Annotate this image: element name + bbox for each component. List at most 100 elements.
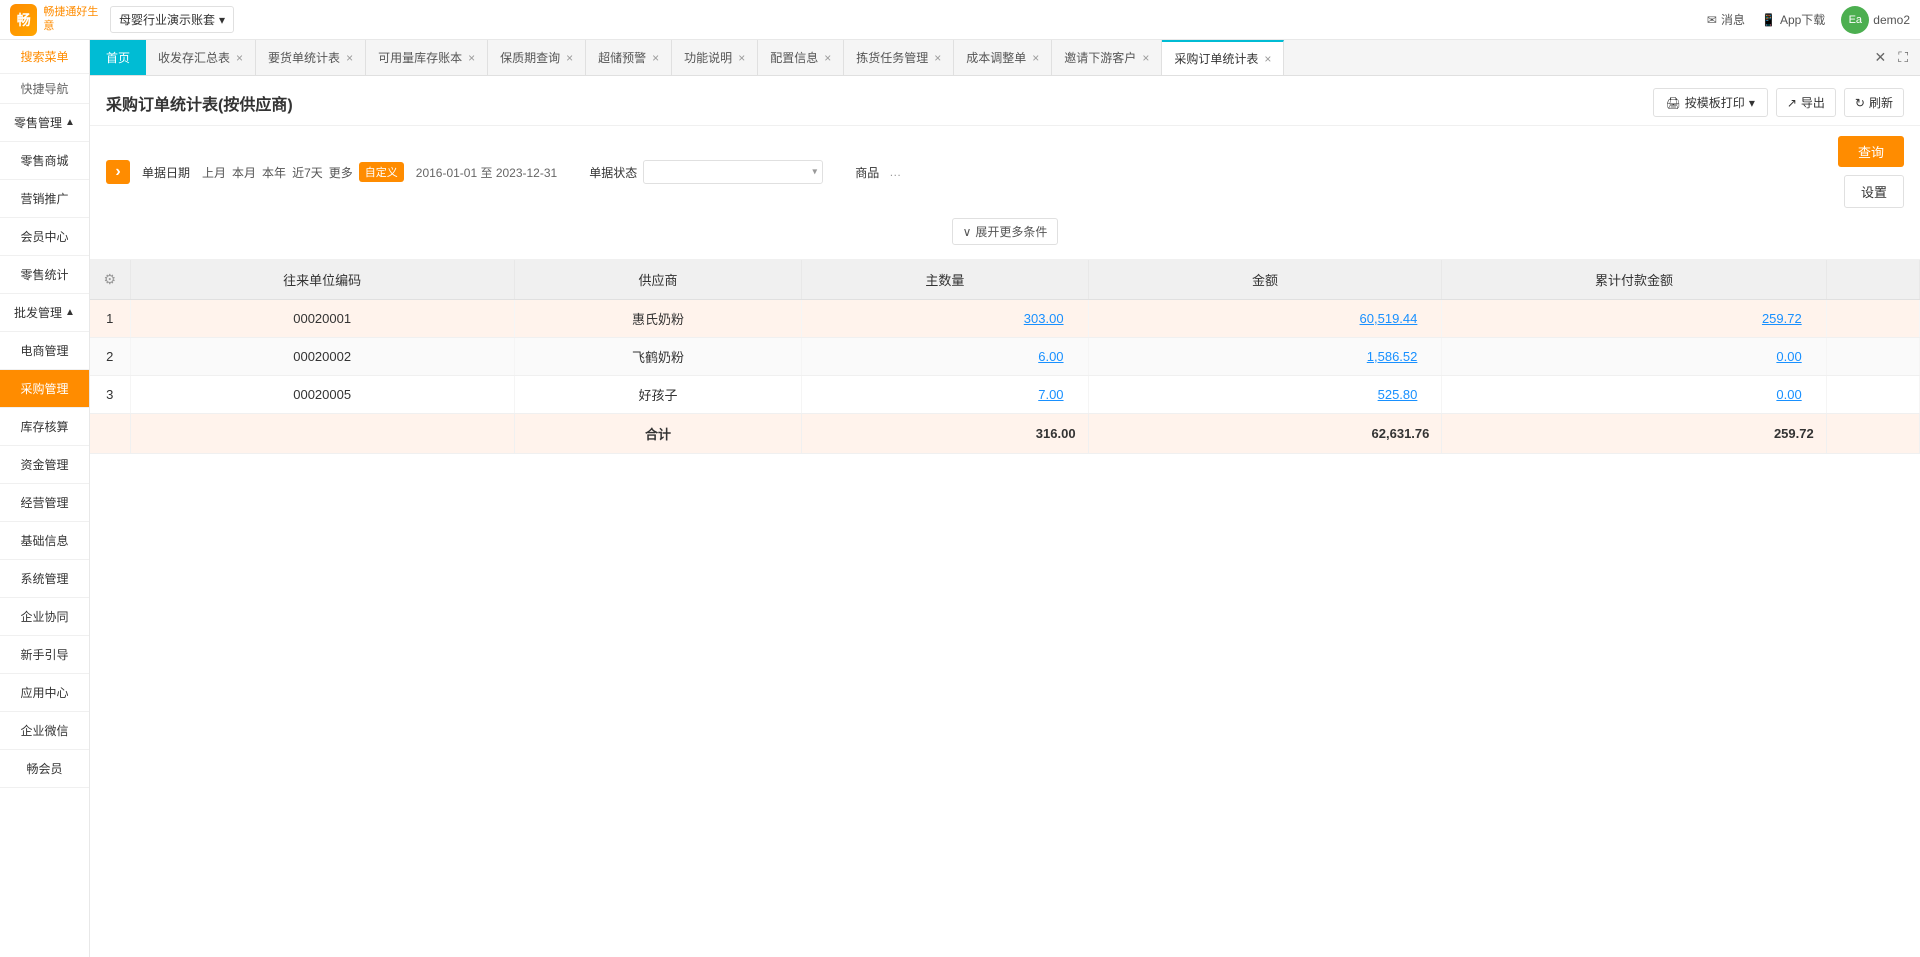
- export-button[interactable]: ↗ 导出: [1776, 88, 1836, 117]
- tab-purchase-order-stats[interactable]: 采购订单统计表 ×: [1162, 40, 1284, 76]
- page-title: 采购订单统计表(按供应商): [106, 91, 293, 115]
- tab-available-stock[interactable]: 可用量库存账本 ×: [366, 40, 488, 76]
- shortcut-last-month[interactable]: 上月: [202, 164, 226, 181]
- expand-more-button[interactable]: ∨ 展开更多条件: [952, 218, 1059, 245]
- tab-pick-task[interactable]: 拣货任务管理 ×: [844, 40, 954, 76]
- logo-text: 畅捷通好生意: [43, 6, 100, 32]
- user-menu[interactable]: Ea demo2: [1841, 6, 1910, 34]
- cell-qty[interactable]: 6.00: [802, 338, 1088, 376]
- tab-config[interactable]: 配置信息 ×: [758, 40, 844, 76]
- date-range-display: 2016-01-01 至 2023-12-31: [416, 164, 557, 181]
- close-icon[interactable]: ×: [738, 51, 745, 65]
- cell-extra: [1826, 338, 1919, 376]
- sidebar-item-marketing[interactable]: 营销推广: [0, 180, 89, 218]
- sidebar-item-system[interactable]: 系统管理: [0, 560, 89, 598]
- workspace-selector[interactable]: 母婴行业演示账套 ▾: [110, 6, 234, 33]
- goods-more-icon[interactable]: …: [885, 163, 905, 181]
- sidebar-item-app-center[interactable]: 应用中心: [0, 674, 89, 712]
- close-icon[interactable]: ×: [652, 51, 659, 65]
- tab-shelf-life[interactable]: 保质期查询 ×: [488, 40, 586, 76]
- top-actions: ✉ 消息 📱 App下载 Ea demo2: [1707, 6, 1910, 34]
- app-download-button[interactable]: 📱 App下载: [1761, 11, 1825, 28]
- message-icon: ✉: [1707, 13, 1717, 27]
- message-button[interactable]: ✉ 消息: [1707, 11, 1745, 28]
- table-row: 1 00020001 惠氏奶粉 303.00 60,519.44 259.72: [90, 300, 1920, 338]
- sidebar-item-operations[interactable]: 经营管理: [0, 484, 89, 522]
- cell-qty[interactable]: 7.00: [802, 376, 1088, 414]
- cell-qty[interactable]: 303.00: [802, 300, 1088, 338]
- shortcut-this-year[interactable]: 本年: [262, 164, 286, 181]
- cell-amount[interactable]: 60,519.44: [1088, 300, 1442, 338]
- filter-expand-button[interactable]: ›: [106, 160, 130, 184]
- footer-empty-2: [130, 414, 514, 454]
- footer-amount: 62,631.76: [1088, 414, 1442, 454]
- tab-collection-summary[interactable]: 收发存汇总表 ×: [146, 40, 256, 76]
- sidebar-item-finance[interactable]: 资金管理: [0, 446, 89, 484]
- chevron-down-icon: ▾: [219, 13, 225, 27]
- settings-button[interactable]: 设置: [1844, 175, 1904, 208]
- sidebar-item-basic-info[interactable]: 基础信息: [0, 522, 89, 560]
- cell-extra: [1826, 300, 1919, 338]
- table-footer: 合计 316.00 62,631.76 259.72: [90, 414, 1920, 454]
- tab-function-desc[interactable]: 功能说明 ×: [672, 40, 758, 76]
- sidebar-item-enterprise[interactable]: 企业协同: [0, 598, 89, 636]
- sidebar-item-inventory[interactable]: 库存核算: [0, 408, 89, 446]
- close-icon[interactable]: ×: [1264, 52, 1271, 66]
- close-icon[interactable]: ×: [934, 51, 941, 65]
- tab-overstock[interactable]: 超储预警 ×: [586, 40, 672, 76]
- sidebar-item-member[interactable]: 会员中心: [0, 218, 89, 256]
- th-qty: 主数量: [802, 260, 1088, 300]
- filter-row-1: › 单据日期 上月 本月 本年 近7天 更多 自定义 2016-01-01 至 …: [106, 136, 1904, 208]
- tab-home[interactable]: 首页: [90, 40, 146, 76]
- sidebar-item-guide[interactable]: 新手引导: [0, 636, 89, 674]
- avatar: Ea: [1841, 6, 1869, 34]
- sidebar-quick-nav[interactable]: 快捷导航: [0, 74, 89, 104]
- tab-invite-downstream[interactable]: 邀请下游客户 ×: [1052, 40, 1162, 76]
- refresh-button[interactable]: ↻ 刷新: [1844, 88, 1904, 117]
- shortcut-7days[interactable]: 近7天: [292, 164, 323, 181]
- close-icon[interactable]: ×: [824, 51, 831, 65]
- sidebar-item-ecommerce[interactable]: 电商管理: [0, 332, 89, 370]
- sidebar-item-retail-mgmt[interactable]: 零售管理▲: [0, 104, 89, 142]
- th-settings: ⚙: [90, 260, 130, 300]
- close-tab-btn[interactable]: ✕: [1870, 47, 1890, 68]
- custom-date-badge[interactable]: 自定义: [359, 162, 404, 182]
- close-icon[interactable]: ×: [346, 51, 353, 65]
- tab-bar: 首页 收发存汇总表 × 要货单统计表 × 可用量库存账本 × 保质期查询 × 超…: [90, 40, 1920, 76]
- gear-icon[interactable]: ⚙: [103, 271, 116, 287]
- table-body: 1 00020001 惠氏奶粉 303.00 60,519.44 259.72 …: [90, 300, 1920, 414]
- close-icon[interactable]: ×: [566, 51, 573, 65]
- tab-cost-adjust[interactable]: 成本调整单 ×: [954, 40, 1052, 76]
- sidebar-item-retail-mall[interactable]: 零售商城: [0, 142, 89, 180]
- filter-more-row: ∨ 展开更多条件: [106, 208, 1904, 249]
- th-amount: 金额: [1088, 260, 1442, 300]
- table-header: ⚙ 往来单位编码 供应商 主数量 金额 累计付款金额: [90, 260, 1920, 300]
- close-icon[interactable]: ×: [236, 51, 243, 65]
- close-icon[interactable]: ×: [1142, 51, 1149, 65]
- cell-paid-amount[interactable]: 0.00: [1442, 376, 1826, 414]
- status-select[interactable]: [643, 160, 823, 184]
- cell-amount[interactable]: 1,586.52: [1088, 338, 1442, 376]
- shortcut-more[interactable]: 更多: [329, 164, 353, 181]
- sidebar-search[interactable]: 搜索菜单: [0, 40, 89, 74]
- close-icon[interactable]: ×: [468, 51, 475, 65]
- search-actions: 查询 设置: [1838, 136, 1904, 208]
- cell-amount[interactable]: 525.80: [1088, 376, 1442, 414]
- close-icon[interactable]: ×: [1032, 51, 1039, 65]
- footer-label: 合计: [514, 414, 801, 454]
- cell-paid-amount[interactable]: 0.00: [1442, 338, 1826, 376]
- sidebar-item-wechat[interactable]: 企业微信: [0, 712, 89, 750]
- footer-paid-amount: 259.72: [1442, 414, 1826, 454]
- print-button[interactable]: 🖨 按模板打印 ▾: [1653, 88, 1768, 117]
- printer-icon: 🖨: [1666, 96, 1681, 110]
- sidebar-item-wholesale[interactable]: 批发管理▲: [0, 294, 89, 332]
- search-button[interactable]: 查询: [1838, 136, 1904, 167]
- main-layout: 搜索菜单 快捷导航 零售管理▲ 零售商城 营销推广 会员中心 零售统计 批发管理…: [0, 40, 1920, 957]
- maximize-tab-btn[interactable]: ⛶: [1894, 47, 1912, 68]
- sidebar-item-member2[interactable]: 畅会员: [0, 750, 89, 788]
- sidebar-item-purchase[interactable]: 采购管理: [0, 370, 89, 408]
- shortcut-this-month[interactable]: 本月: [232, 164, 256, 181]
- cell-paid-amount[interactable]: 259.72: [1442, 300, 1826, 338]
- tab-order-stats[interactable]: 要货单统计表 ×: [256, 40, 366, 76]
- sidebar-item-retail-stats[interactable]: 零售统计: [0, 256, 89, 294]
